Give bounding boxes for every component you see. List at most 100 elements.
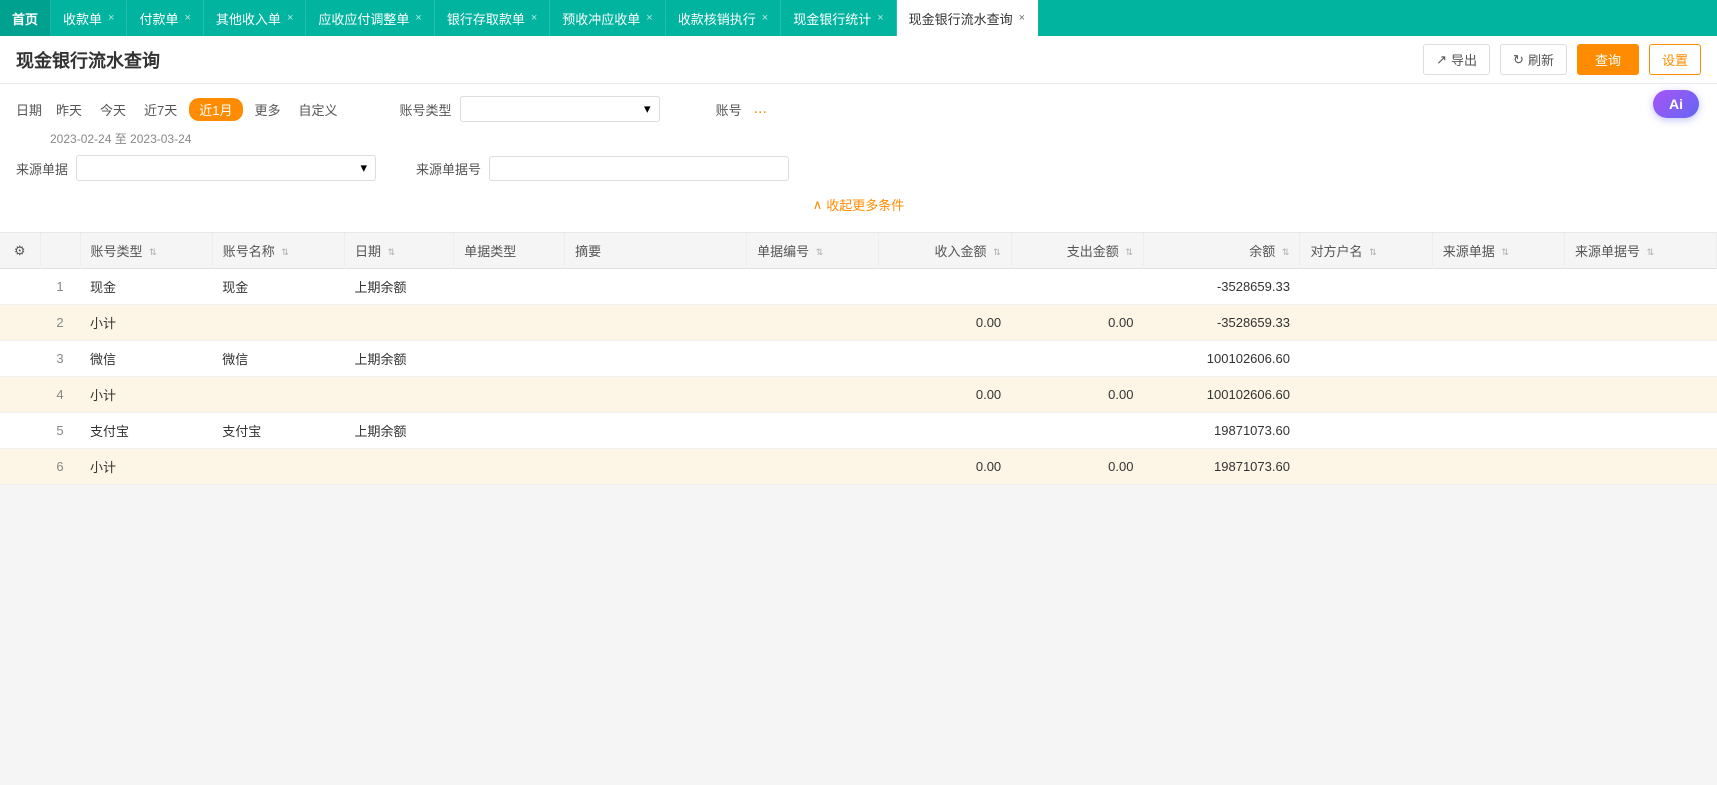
nav-bank-deposit[interactable]: 银行存取款单 × (435, 0, 550, 36)
collapse-bar[interactable]: ∧ 收起更多条件 (16, 189, 1701, 220)
table-cell: 19871073.60 (1143, 413, 1300, 449)
table-cell (454, 341, 565, 377)
source-doc-select[interactable]: ▾ (76, 155, 376, 181)
date-label: 日期 (16, 100, 42, 119)
table-cell: -3528659.33 (1143, 305, 1300, 341)
table-cell: 100102606.60 (1143, 377, 1300, 413)
date-shortcuts: 昨天 今天 近7天 近1月 更多 自定义 (50, 98, 344, 121)
sort-account-type-icon: ⇅ (149, 247, 157, 258)
close-payment-icon[interactable]: × (184, 12, 190, 24)
table-cell (1564, 341, 1716, 377)
date-7days[interactable]: 近7天 (138, 98, 183, 121)
table-cell (0, 413, 40, 449)
table-cell (0, 377, 40, 413)
col-source-doc[interactable]: 来源单据 ⇅ (1432, 233, 1564, 269)
col-date[interactable]: 日期 ⇅ (345, 233, 454, 269)
close-receipt-icon[interactable]: × (108, 12, 114, 24)
export-button[interactable]: ↗ 导出 (1423, 44, 1490, 75)
table-cell: 4 (40, 377, 80, 413)
nav-write-off[interactable]: 收款核销执行 × (666, 0, 781, 36)
table-cell: 微信 (80, 341, 212, 377)
table-cell (1300, 305, 1432, 341)
setting-button[interactable]: 设置 (1649, 44, 1701, 75)
date-more[interactable]: 更多 (249, 98, 287, 121)
table-cell (0, 269, 40, 305)
nav-pre-receive[interactable]: 预收冲应收单 × (550, 0, 665, 36)
close-cash-stat-icon[interactable]: × (877, 12, 883, 24)
nav-ar-ap-adjust[interactable]: 应收应付调整单 × (306, 0, 434, 36)
page-header: 现金银行流水查询 ↗ 导出 ↻ 刷新 查询 设置 (0, 36, 1717, 84)
col-account-name[interactable]: 账号名称 ⇅ (212, 233, 344, 269)
table-cell (1564, 413, 1716, 449)
table-cell (879, 341, 1011, 377)
source-doc-chevron-icon: ▾ (360, 160, 367, 176)
table-cell (1432, 377, 1564, 413)
table-cell: 19871073.60 (1143, 449, 1300, 485)
table-cell: 微信 (212, 341, 344, 377)
date-filter-group: 日期 昨天 今天 近7天 近1月 更多 自定义 (16, 98, 344, 121)
table-row[interactable]: 6小计0.000.0019871073.60 (0, 449, 1717, 485)
page-title: 现金银行流水查询 (16, 47, 160, 73)
table-row[interactable]: 3微信微信上期余额100102606.60 (0, 341, 1717, 377)
nav-other-income[interactable]: 其他收入单 × (204, 0, 306, 36)
col-source-doc-num[interactable]: 来源单据号 ⇅ (1564, 233, 1716, 269)
source-doc-num-input[interactable] (489, 156, 789, 181)
nav-receipt[interactable]: 收款单 × (51, 0, 127, 36)
table-cell (747, 269, 879, 305)
table-cell (454, 269, 565, 305)
date-1month[interactable]: 近1月 (189, 98, 242, 121)
date-custom[interactable]: 自定义 (293, 98, 344, 121)
col-counterpart[interactable]: 对方户名 ⇅ (1300, 233, 1432, 269)
table-cell: 小计 (80, 377, 212, 413)
nav-cash-stat[interactable]: 现金银行统计 × (781, 0, 896, 36)
query-button[interactable]: 查询 (1577, 44, 1639, 75)
nav-payment[interactable]: 付款单 × (127, 0, 203, 36)
date-range-display: 2023-02-24 至 2023-03-24 (46, 130, 1701, 147)
col-balance[interactable]: 余额 ⇅ (1143, 233, 1300, 269)
account-type-select[interactable]: ▾ (460, 96, 660, 122)
table-cell (1011, 269, 1143, 305)
table-cell (1432, 269, 1564, 305)
table-cell (1564, 305, 1716, 341)
table-cell (879, 269, 1011, 305)
table-cell: 支付宝 (212, 413, 344, 449)
col-doc-type: 单据类型 (454, 233, 565, 269)
table-cell (747, 305, 879, 341)
table-row[interactable]: 1现金现金上期余额-3528659.33 (0, 269, 1717, 305)
date-today[interactable]: 今天 (94, 98, 132, 121)
col-expense[interactable]: 支出金额 ⇅ (1011, 233, 1143, 269)
table-cell: 3 (40, 341, 80, 377)
table-row[interactable]: 5支付宝支付宝上期余额19871073.60 (0, 413, 1717, 449)
settings-icon[interactable]: ⚙ (14, 243, 26, 258)
table-cell: 0.00 (1011, 449, 1143, 485)
table-cell (212, 305, 344, 341)
account-ellipsis-button[interactable]: ... (750, 100, 771, 118)
close-other-income-icon[interactable]: × (287, 12, 293, 24)
table-cell (747, 341, 879, 377)
nav-home[interactable]: 首页 (0, 0, 51, 36)
top-navigation: 首页 收款单 × 付款单 × 其他收入单 × 应收应付调整单 × 银行存取款单 … (0, 0, 1717, 36)
date-yesterday[interactable]: 昨天 (50, 98, 88, 121)
close-ar-ap-adjust-icon[interactable]: × (415, 12, 421, 24)
table-cell: 上期余额 (345, 413, 454, 449)
sort-expense-icon: ⇅ (1125, 247, 1133, 258)
close-bank-deposit-icon[interactable]: × (531, 12, 537, 24)
sort-date-icon: ⇅ (388, 247, 396, 258)
ai-button[interactable]: Ai (1653, 90, 1699, 118)
table-cell (212, 377, 344, 413)
col-account-type[interactable]: 账号类型 ⇅ (80, 233, 212, 269)
refresh-button[interactable]: ↻ 刷新 (1500, 44, 1567, 75)
collapse-up-icon: ∧ (813, 197, 823, 213)
col-doc-num[interactable]: 单据编号 ⇅ (747, 233, 879, 269)
table-cell (1300, 377, 1432, 413)
table-cell: 小计 (80, 305, 212, 341)
table-row[interactable]: 2小计0.000.00-3528659.33 (0, 305, 1717, 341)
nav-cash-flow[interactable]: 现金银行流水查询 × (897, 0, 1038, 36)
table-cell (565, 305, 747, 341)
table-row[interactable]: 4小计0.000.00100102606.60 (0, 377, 1717, 413)
close-cash-flow-icon[interactable]: × (1019, 12, 1025, 24)
close-write-off-icon[interactable]: × (762, 12, 768, 24)
col-income[interactable]: 收入金额 ⇅ (879, 233, 1011, 269)
col-settings[interactable]: ⚙ (0, 233, 40, 269)
close-pre-receive-icon[interactable]: × (646, 12, 652, 24)
